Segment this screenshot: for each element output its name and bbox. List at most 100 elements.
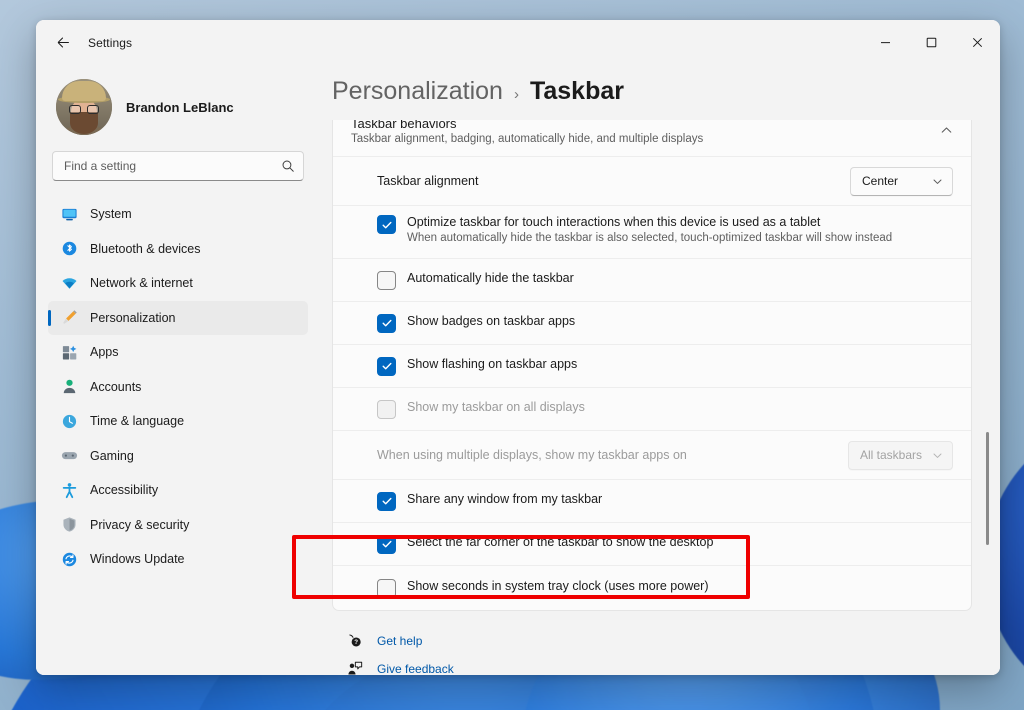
show-flashing-checkbox[interactable] [377,357,396,376]
window-body: Brandon LeBlanc [36,65,1000,675]
search-box[interactable] [52,151,304,181]
sidebar-item-label: Accessibility [90,483,158,497]
row-label: Taskbar alignment [377,174,478,188]
section-header-taskbar-behaviors[interactable]: Taskbar behaviors Taskbar alignment, bad… [333,120,971,156]
sidebar-item-label: Windows Update [90,552,185,566]
multiple-displays-dropdown: All taskbars [848,441,953,470]
monitor-icon [60,205,78,223]
sidebar-item-accessibility[interactable]: Accessibility [48,473,308,507]
section-title: Taskbar behaviors [351,120,940,131]
get-help-link[interactable]: ? Get help [346,627,972,655]
row-label: Optimize taskbar for touch interactions … [407,215,892,229]
sidebar-item-label: System [90,207,132,221]
row-show-flashing: Show flashing on taskbar apps [333,344,971,387]
chevron-up-icon[interactable] [940,124,953,137]
sidebar: Brandon LeBlanc [36,65,320,675]
sidebar-item-windows-update[interactable]: Windows Update [48,542,308,576]
avatar [56,79,112,135]
search-input[interactable] [64,159,281,173]
sidebar-item-system[interactable]: System [48,197,308,231]
settings-window: Settings [36,20,1000,675]
row-label: Show flashing on taskbar apps [407,357,577,371]
sidebar-item-bluetooth-devices[interactable]: Bluetooth & devices [48,232,308,266]
row-label: Select the far corner of the taskbar to … [407,535,713,549]
dropdown-value: Center [862,174,922,188]
sidebar-item-personalization[interactable]: Personalization [48,301,308,335]
row-taskbar-all-displays: Show my taskbar on all displays [333,387,971,430]
give-feedback-link[interactable]: Give feedback [346,655,972,675]
accessibility-icon [60,481,78,499]
row-label: When using multiple displays, show my ta… [377,448,687,462]
apps-icon [60,343,78,361]
row-auto-hide-taskbar: Automatically hide the taskbar [333,258,971,301]
footer-link-label: Give feedback [377,662,454,675]
scrollbar-thumb[interactable] [986,432,989,545]
sidebar-item-gaming[interactable]: Gaming [48,439,308,473]
bluetooth-icon [60,240,78,258]
sidebar-item-network-internet[interactable]: Network & internet [48,266,308,300]
main-scrollbar[interactable] [986,130,989,669]
row-multiple-displays-apps: When using multiple displays, show my ta… [333,430,971,479]
maximize-button[interactable] [908,20,954,65]
show-seconds-clock-checkbox[interactable] [377,579,396,598]
settings-scroll-content: Taskbar behaviors Taskbar alignment, bad… [332,120,972,675]
update-icon [60,550,78,568]
svg-text:?: ? [354,639,358,646]
sidebar-item-label: Network & internet [90,276,193,290]
sidebar-nav: System Bluetooth & devices [48,195,308,675]
row-select-far-corner: Select the far corner of the taskbar to … [333,522,971,565]
window-title: Settings [88,36,132,50]
sidebar-item-label: Time & language [90,414,184,428]
breadcrumb-separator: › [514,86,519,103]
sidebar-item-label: Gaming [90,449,134,463]
footer-links: ? Get help [332,611,972,675]
back-button[interactable] [46,28,80,58]
close-button[interactable] [954,20,1000,65]
back-arrow-icon [56,35,71,50]
feedback-icon [346,661,363,675]
optimize-taskbar-touch-checkbox[interactable] [377,215,396,234]
maximize-icon [926,37,937,48]
row-label: Show seconds in system tray clock (uses … [407,579,709,593]
sidebar-item-time-language[interactable]: Time & language [48,404,308,438]
taskbar-all-displays-checkbox [377,400,396,419]
wifi-icon [60,274,78,292]
taskbar-behaviors-card: Taskbar behaviors Taskbar alignment, bad… [332,120,972,611]
section-subtitle: Taskbar alignment, badging, automaticall… [351,133,940,145]
clock-icon [60,412,78,430]
footer-link-label: Get help [377,634,422,648]
select-far-corner-checkbox[interactable] [377,535,396,554]
row-share-any-window: Share any window from my taskbar [333,479,971,522]
sidebar-item-label: Privacy & security [90,518,189,532]
show-badges-checkbox[interactable] [377,314,396,333]
auto-hide-taskbar-checkbox[interactable] [377,271,396,290]
account-name: Brandon LeBlanc [126,100,234,115]
sidebar-item-label: Accounts [90,380,141,394]
breadcrumb-parent[interactable]: Personalization [332,77,503,106]
account-block[interactable]: Brandon LeBlanc [48,65,308,151]
row-show-badges: Show badges on taskbar apps [333,301,971,344]
minimize-button[interactable] [862,20,908,65]
row-taskbar-alignment: Taskbar alignment Center [333,156,971,205]
gamepad-icon [60,447,78,465]
person-icon [60,378,78,396]
sidebar-item-label: Personalization [90,311,175,325]
row-label: Share any window from my taskbar [407,492,602,506]
checkmark-icon [381,360,393,372]
search-icon [281,159,295,173]
window-caption-buttons [862,20,1000,65]
paintbrush-icon [60,309,78,327]
row-label: Show my taskbar on all displays [407,400,585,414]
sidebar-item-privacy-security[interactable]: Privacy & security [48,508,308,542]
taskbar-alignment-dropdown[interactable]: Center [850,167,953,196]
sidebar-item-apps[interactable]: Apps [48,335,308,369]
sidebar-item-label: Apps [90,345,119,359]
checkmark-icon [381,538,393,550]
share-any-window-checkbox[interactable] [377,492,396,511]
chevron-down-icon [932,176,943,187]
sidebar-item-accounts[interactable]: Accounts [48,370,308,404]
help-question-icon: ? [346,633,363,649]
dropdown-value: All taskbars [860,448,922,462]
sidebar-item-label: Bluetooth & devices [90,242,201,256]
row-show-seconds-system-tray-clock: Show seconds in system tray clock (uses … [333,565,971,610]
